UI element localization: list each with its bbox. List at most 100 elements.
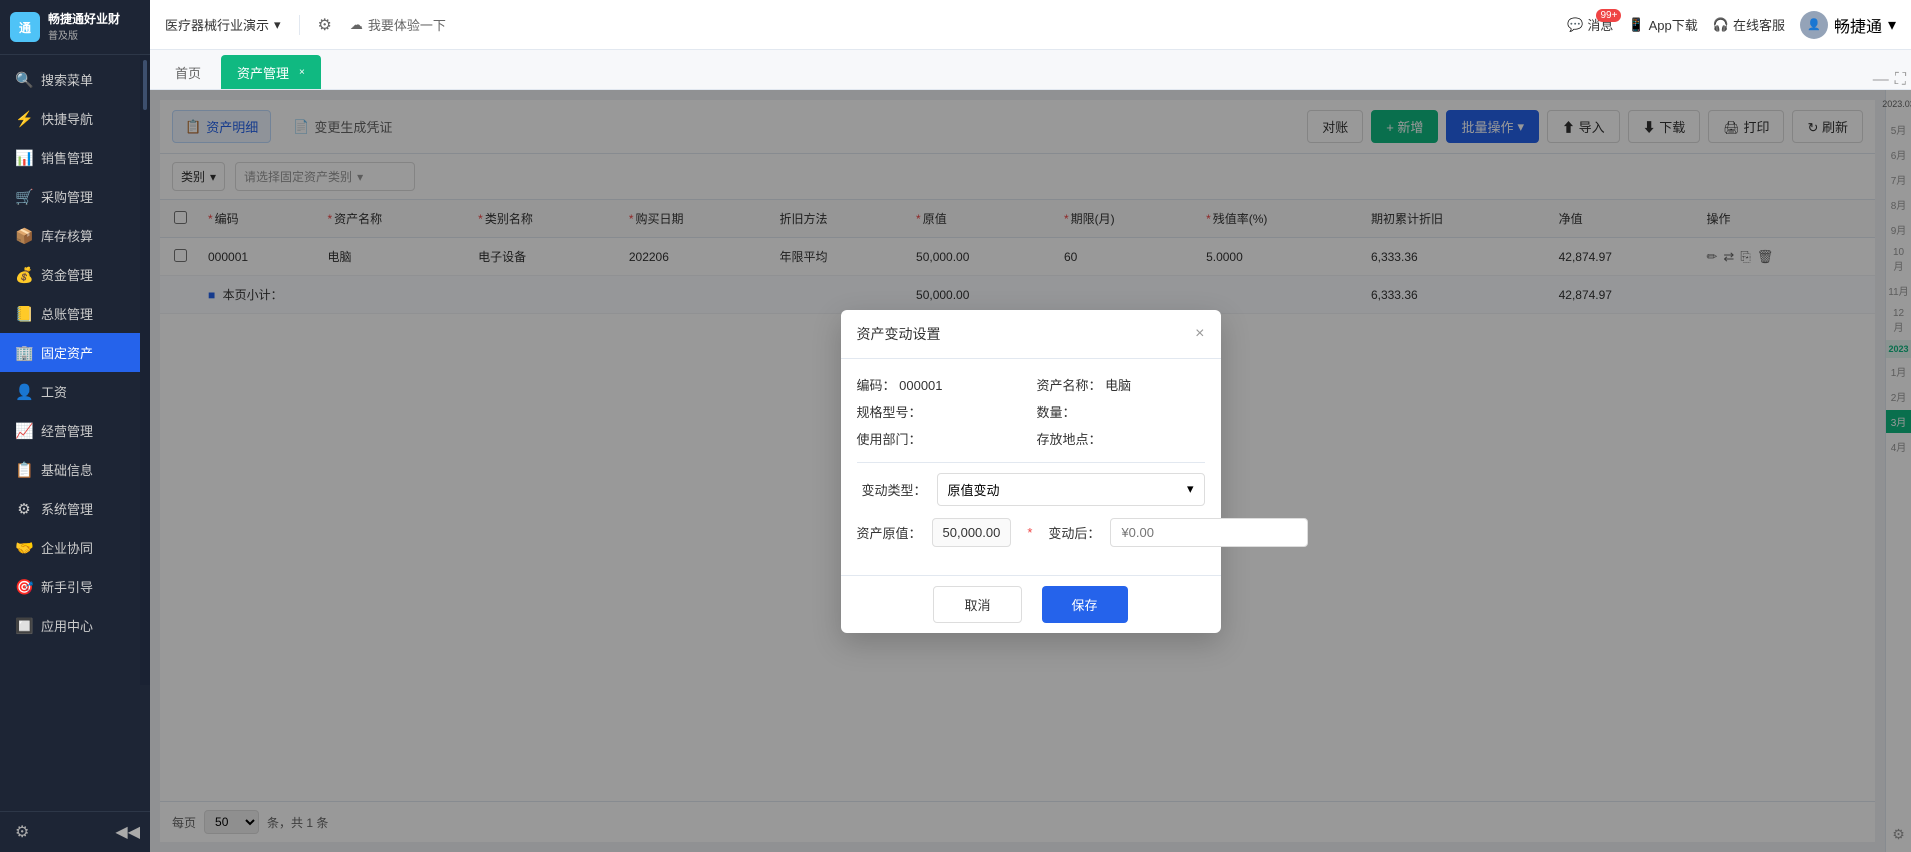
change-type-chevron-icon: ▾ xyxy=(1187,481,1194,497)
app-title: 畅捷通好业财 xyxy=(48,12,120,26)
minimize-icon[interactable]: — xyxy=(1873,71,1889,89)
sidebar-item-search[interactable]: 🔍 搜索菜单 xyxy=(0,60,150,99)
sidebar-item-business[interactable]: 📈 经营管理 xyxy=(0,411,150,450)
sidebar-item-label: 资金管理 xyxy=(41,265,93,284)
sidebar-item-label: 工资 xyxy=(41,382,67,401)
sidebar-item-payroll[interactable]: 👤 工资 xyxy=(0,372,150,411)
username: 畅捷通 xyxy=(1834,13,1882,37)
modal-close-btn[interactable]: × xyxy=(1195,325,1204,343)
asset-change-modal: 资产变动设置 × 编码： 000001 资产名称： xyxy=(841,310,1221,633)
message-badge: 99+ xyxy=(1596,9,1621,22)
modal-location-label: 存放地点： xyxy=(1037,432,1102,447)
sidebar-item-label: 库存核算 xyxy=(41,226,93,245)
sidebar-item-app-center[interactable]: 🔲 应用中心 xyxy=(0,606,150,645)
sidebar-item-guide[interactable]: 🎯 新手引导 xyxy=(0,567,150,606)
app-title-block: 畅捷通好业财 普及版 xyxy=(48,12,120,41)
original-value-display: 50,000.00 xyxy=(932,518,1012,547)
sidebar-item-fixed-assets[interactable]: 🏢 固定资产 xyxy=(0,333,150,372)
change-type-row: 变动类型： 原值变动 ▾ xyxy=(857,473,1205,506)
message-btn[interactable]: 💬 消息 99+ xyxy=(1567,15,1613,34)
modal-location-field: 存放地点： xyxy=(1037,429,1205,448)
after-value-input[interactable] xyxy=(1110,518,1308,547)
sidebar-item-label: 应用中心 xyxy=(41,616,93,635)
fixed-assets-icon: 🏢 xyxy=(15,344,33,362)
company-selector[interactable]: 医疗器械行业演示 ▾ xyxy=(165,15,281,34)
sales-icon: 📊 xyxy=(15,149,33,167)
modal-cancel-btn[interactable]: 取消 xyxy=(933,586,1021,623)
topbar-settings-icon[interactable]: ⚙ xyxy=(318,15,332,35)
modal-code-value: 000001 xyxy=(899,378,942,393)
company-chevron-icon: ▾ xyxy=(274,17,281,33)
sidebar-item-enterprise[interactable]: 🤝 企业协同 xyxy=(0,528,150,567)
sidebar-item-label: 搜索菜单 xyxy=(41,70,93,89)
user-menu[interactable]: 👤 畅捷通 ▾ xyxy=(1800,11,1896,39)
payroll-icon: 👤 xyxy=(15,383,33,401)
tab-asset-label: 资产管理 xyxy=(237,63,289,82)
sidebar-item-purchase[interactable]: 🛒 采购管理 xyxy=(0,177,150,216)
tabs-bar: 首页 资产管理 × — ⛶ xyxy=(150,50,1911,90)
sidebar-item-basic-info[interactable]: 📋 基础信息 xyxy=(0,450,150,489)
original-value-label: 资产原值： xyxy=(857,523,922,542)
modal-code-field: 编码： 000001 xyxy=(857,375,1025,394)
app-logo-icon: 通 xyxy=(10,12,40,42)
modal-body: 编码： 000001 资产名称： 电脑 规格型号 xyxy=(841,359,1221,575)
sidebar: 通 畅捷通好业财 普及版 🔍 搜索菜单 ⚡ 快捷导航 📊 销售管理 🛒 采购管理… xyxy=(0,0,150,852)
business-icon: 📈 xyxy=(15,422,33,440)
change-type-select[interactable]: 原值变动 ▾ xyxy=(937,473,1205,506)
sidebar-item-sales[interactable]: 📊 销售管理 xyxy=(0,138,150,177)
search-icon: 🔍 xyxy=(15,71,33,89)
system-icon: ⚙ xyxy=(15,500,33,518)
sidebar-item-label: 新手引导 xyxy=(41,577,93,596)
required-star: * xyxy=(1027,525,1032,540)
sidebar-item-label: 固定资产 xyxy=(41,343,93,362)
modal-spec-field: 规格型号： xyxy=(857,402,1025,421)
modal-footer: 取消 保存 xyxy=(841,575,1221,633)
service-btn[interactable]: 🎧 在线客服 xyxy=(1713,15,1785,34)
maximize-icon[interactable]: ⛶ xyxy=(1895,71,1906,89)
sidebar-item-quicknav[interactable]: ⚡ 快捷导航 xyxy=(0,99,150,138)
modal-dept-field: 使用部门： xyxy=(857,429,1025,448)
app-download-btn[interactable]: 📱 App下载 xyxy=(1628,15,1697,34)
sidebar-item-ledger[interactable]: 📒 总账管理 xyxy=(0,294,150,333)
try-btn[interactable]: ☁ 我要体验一下 xyxy=(350,15,446,34)
sidebar-item-label: 快捷导航 xyxy=(41,109,93,128)
sidebar-nav: 🔍 搜索菜单 ⚡ 快捷导航 📊 销售管理 🛒 采购管理 📦 库存核算 💰 资金管… xyxy=(0,55,150,811)
settings-footer-icon[interactable]: ⚙ xyxy=(15,822,29,842)
sidebar-item-label: 系统管理 xyxy=(41,499,93,518)
guide-icon: 🎯 xyxy=(15,578,33,596)
company-name: 医疗器械行业演示 xyxy=(165,15,269,34)
modal-header: 资产变动设置 × xyxy=(841,310,1221,359)
app-center-icon: 🔲 xyxy=(15,617,33,635)
app-subtitle: 普及版 xyxy=(48,27,120,42)
sidebar-footer: ⚙ ◀◀ xyxy=(0,811,150,852)
modal-name-label: 资产名称： xyxy=(1037,378,1102,393)
modal-save-btn[interactable]: 保存 xyxy=(1042,586,1128,623)
basic-info-icon: 📋 xyxy=(15,461,33,479)
sidebar-item-inventory[interactable]: 📦 库存核算 xyxy=(0,216,150,255)
tab-close-icon[interactable]: × xyxy=(299,67,305,78)
try-icon: ☁ xyxy=(350,17,363,33)
sidebar-header: 通 畅捷通好业财 普及版 xyxy=(0,0,150,55)
tab-asset-management[interactable]: 资产管理 × xyxy=(221,55,321,89)
topbar-divider xyxy=(299,15,300,35)
collapse-icon[interactable]: ◀◀ xyxy=(115,822,140,842)
modal-qty-label: 数量： xyxy=(1037,405,1076,420)
change-type-value: 原值变动 xyxy=(948,480,1000,499)
modal-divider xyxy=(857,462,1205,463)
sidebar-item-funds[interactable]: 💰 资金管理 xyxy=(0,255,150,294)
sidebar-item-system[interactable]: ⚙ 系统管理 xyxy=(0,489,150,528)
content-area: 📋 资产明细 📄 变更生成凭证 对账 + 新增 批量操作 xyxy=(150,90,1911,852)
funds-icon: 💰 xyxy=(15,266,33,284)
service-icon: 🎧 xyxy=(1713,17,1729,33)
original-value-row: 资产原值： 50,000.00 * 变动后： xyxy=(857,518,1205,547)
try-text: 我要体验一下 xyxy=(368,15,446,34)
modal-info-grid: 编码： 000001 资产名称： 电脑 规格型号 xyxy=(857,375,1205,448)
modal-name-field: 资产名称： 电脑 xyxy=(1037,375,1205,394)
modal-dept-label: 使用部门： xyxy=(857,432,922,447)
ledger-icon: 📒 xyxy=(15,305,33,323)
modal-spec-label: 规格型号： xyxy=(857,405,922,420)
sidebar-item-label: 总账管理 xyxy=(41,304,93,323)
app-download-icon: 📱 xyxy=(1628,17,1644,33)
tab-home[interactable]: 首页 xyxy=(160,55,216,89)
main-area: 医疗器械行业演示 ▾ ⚙ ☁ 我要体验一下 💬 消息 99+ 📱 App下载 🎧… xyxy=(150,0,1911,852)
